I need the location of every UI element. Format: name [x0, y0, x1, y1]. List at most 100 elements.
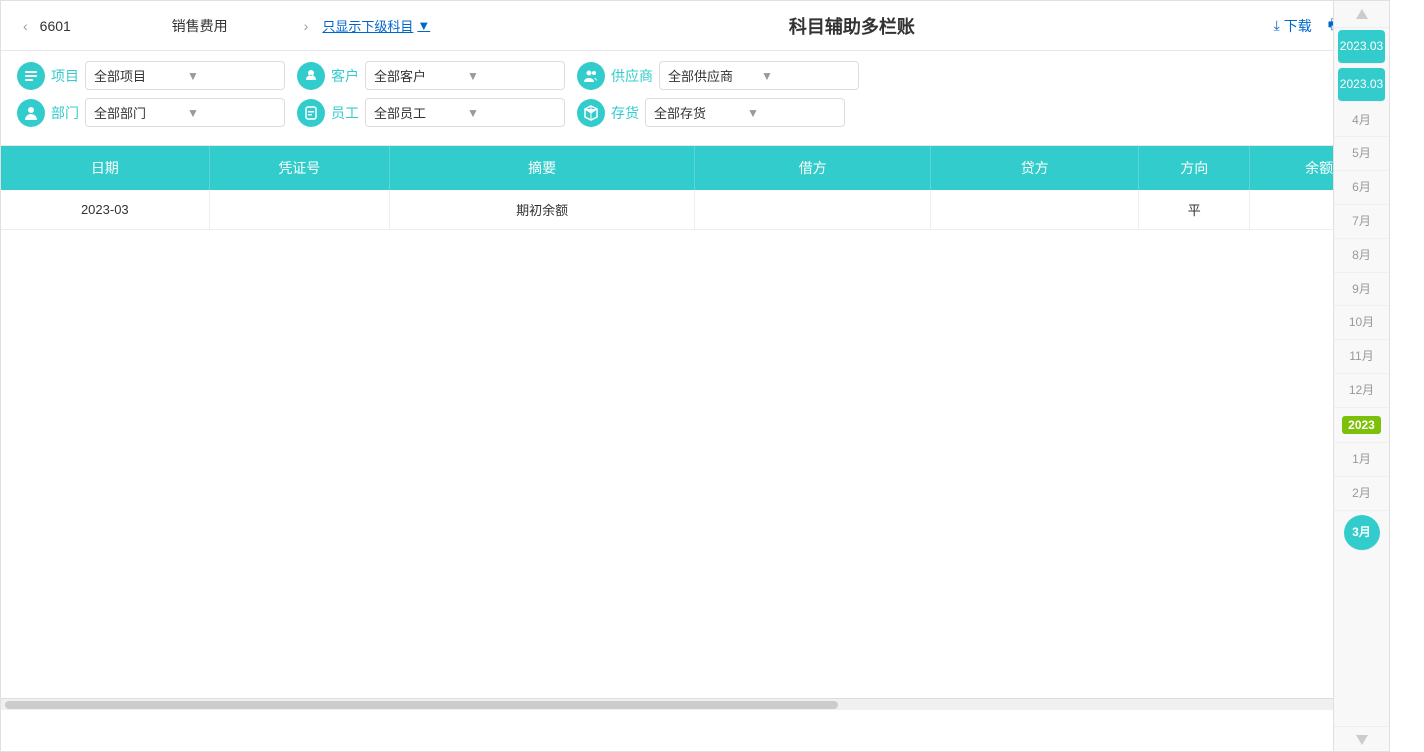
account-name-label: 销售费用 — [172, 16, 292, 36]
sidebar-item-label: 10月 — [1349, 315, 1374, 329]
col-header-date: 日期 — [1, 146, 209, 190]
main-container: ‹ 6601 销售费用 › 只显示下级科目 ▼ 科目辅助多栏账 ⤓ 下载 🖶 打… — [0, 0, 1390, 752]
supplier-select[interactable]: 全部供应商 ▼ — [659, 61, 859, 90]
sidebar-item-2[interactable]: 2月 — [1334, 477, 1389, 511]
download-icon: ⤓ — [1274, 17, 1280, 34]
department-label: 部门 — [51, 103, 79, 123]
filter-project: 项目 全部项目 ▼ — [17, 61, 285, 90]
employee-icon — [297, 99, 325, 127]
sidebar-item-10[interactable]: 10月 — [1334, 306, 1389, 340]
sidebar-item-label: 11月 — [1349, 349, 1373, 363]
customer-value: 全部客户 — [374, 66, 463, 85]
sidebar-item-label: 9月 — [1352, 282, 1371, 296]
cell-date: 2023-03 — [1, 190, 209, 230]
supplier-icon — [577, 62, 605, 90]
sidebar-item-9[interactable]: 9月 — [1334, 273, 1389, 307]
sidebar-item-1[interactable]: 1月 — [1334, 443, 1389, 477]
sidebar-item-label: 2023.03 — [1340, 77, 1383, 91]
cell-credit — [931, 190, 1139, 230]
sidebar-item-12[interactable]: 12月 — [1334, 374, 1389, 408]
inventory-chevron-icon: ▼ — [747, 106, 836, 120]
cell-direction: 平 — [1139, 190, 1250, 230]
scrollbar-thumb — [5, 701, 838, 709]
customer-select[interactable]: 全部客户 ▼ — [365, 61, 565, 90]
sidebar-item-label: 3月 — [1352, 524, 1371, 541]
sidebar-item-label: 4月 — [1352, 113, 1371, 127]
col-header-credit: 贷方 — [931, 146, 1139, 190]
sidebar-scroll-down-button[interactable] — [1334, 726, 1389, 752]
right-sidebar: 2023.03 2023.03 4月 5月 6月 7月 8月 9月 10月 11… — [1333, 1, 1389, 752]
sidebar-item-label: 7月 — [1352, 214, 1371, 228]
sidebar-year-2023: 2023 — [1334, 408, 1389, 443]
sidebar-item-6[interactable]: 6月 — [1334, 171, 1389, 205]
department-value: 全部部门 — [94, 103, 183, 122]
triangle-up-icon — [1356, 9, 1368, 19]
filter-inventory: 存货 全部存货 ▼ — [577, 98, 845, 127]
customer-label: 客户 — [331, 66, 359, 86]
bottom-scrollbar[interactable] — [1, 698, 1389, 710]
sidebar-item-label: 1月 — [1352, 452, 1371, 466]
employee-value: 全部员工 — [374, 103, 463, 122]
filter-row-2: 部门 全部部门 ▼ 员工 全部员工 ▼ — [17, 98, 1373, 127]
sidebar-item-3-active[interactable]: 3月 — [1344, 515, 1380, 551]
inventory-select[interactable]: 全部存货 ▼ — [645, 98, 845, 127]
inventory-icon — [577, 99, 605, 127]
department-select[interactable]: 全部部门 ▼ — [85, 98, 285, 127]
nav-next-button[interactable]: › — [298, 16, 315, 36]
download-label: 下载 — [1284, 16, 1312, 36]
sidebar-item-label: 5月 — [1352, 146, 1371, 160]
sidebar-item-2023-03-first[interactable]: 2023.03 — [1338, 30, 1385, 64]
table-row: 2023-03 期初余额 平 — [1, 190, 1389, 230]
sidebar-item-11[interactable]: 11月 — [1334, 340, 1389, 374]
sidebar-item-8[interactable]: 8月 — [1334, 239, 1389, 273]
sidebar-item-7[interactable]: 7月 — [1334, 205, 1389, 239]
sidebar-item-label: 6月 — [1352, 180, 1371, 194]
account-code-label: 6601 — [40, 18, 160, 34]
supplier-value: 全部供应商 — [668, 66, 757, 85]
employee-label: 员工 — [331, 103, 359, 123]
table-container: 日期 凭证号 摘要 借方 贷方 方向 余额 2023-03 期初余额 平 — [1, 146, 1389, 698]
sidebar-item-label: 2023.03 — [1340, 39, 1383, 53]
col-header-direction: 方向 — [1139, 146, 1250, 190]
sidebar-item-label: 2月 — [1352, 486, 1371, 500]
project-icon — [17, 62, 45, 90]
sidebar-item-label: 12月 — [1349, 383, 1374, 397]
supplier-chevron-icon: ▼ — [761, 69, 850, 83]
filter-employee: 员工 全部员工 ▼ — [297, 98, 565, 127]
sidebar-scroll-up-button[interactable] — [1334, 1, 1389, 28]
download-button[interactable]: ⤓ 下载 — [1274, 16, 1312, 36]
sidebar-item-5[interactable]: 5月 — [1334, 137, 1389, 171]
sidebar-item-2023-03-second[interactable]: 2023.03 — [1338, 68, 1385, 102]
filter-row-1: 项目 全部项目 ▼ 客户 全部客户 ▼ — [17, 61, 1373, 90]
year-badge: 2023 — [1342, 416, 1381, 434]
customer-icon — [297, 62, 325, 90]
show-sub-button[interactable]: 只显示下级科目 ▼ — [322, 16, 430, 35]
show-sub-label: 只显示下级科目 — [322, 16, 413, 35]
filter-area: 项目 全部项目 ▼ 客户 全部客户 ▼ — [1, 51, 1389, 146]
supplier-label: 供应商 — [611, 66, 653, 86]
triangle-down-icon — [1356, 735, 1368, 745]
filter-customer: 客户 全部客户 ▼ — [297, 61, 565, 90]
top-bar: ‹ 6601 销售费用 › 只显示下级科目 ▼ 科目辅助多栏账 ⤓ 下载 🖶 打… — [1, 1, 1389, 51]
filter-supplier: 供应商 全部供应商 ▼ — [577, 61, 859, 90]
project-select[interactable]: 全部项目 ▼ — [85, 61, 285, 90]
department-chevron-icon: ▼ — [187, 106, 276, 120]
department-icon — [17, 99, 45, 127]
cell-voucher — [209, 190, 389, 230]
filter-department: 部门 全部部门 ▼ — [17, 98, 285, 127]
employee-chevron-icon: ▼ — [467, 106, 556, 120]
nav-prev-button[interactable]: ‹ — [17, 16, 34, 36]
col-header-debit: 借方 — [695, 146, 931, 190]
inventory-label: 存货 — [611, 103, 639, 123]
col-header-voucher: 凭证号 — [209, 146, 389, 190]
project-label: 项目 — [51, 66, 79, 86]
cell-summary: 期初余额 — [390, 190, 695, 230]
sidebar-item-label: 8月 — [1352, 248, 1371, 262]
cell-debit — [695, 190, 931, 230]
employee-select[interactable]: 全部员工 ▼ — [365, 98, 565, 127]
sidebar-item-4[interactable]: 4月 — [1334, 104, 1389, 138]
data-table: 日期 凭证号 摘要 借方 贷方 方向 余额 2023-03 期初余额 平 — [1, 146, 1389, 230]
project-value: 全部项目 — [94, 66, 183, 85]
page-title: 科目辅助多栏账 — [430, 13, 1273, 39]
project-chevron-icon: ▼ — [187, 69, 276, 83]
